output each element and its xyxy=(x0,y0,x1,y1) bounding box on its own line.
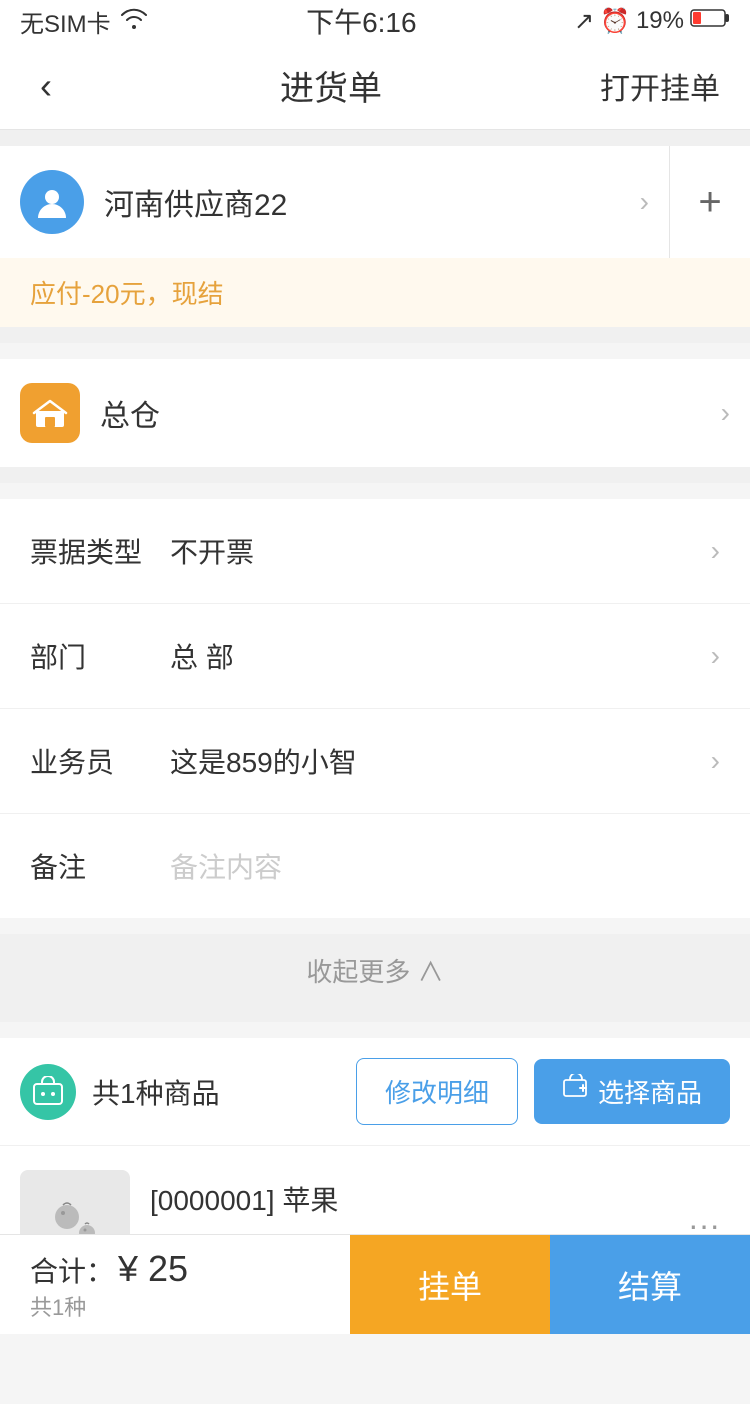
sim-status: 无SIM卡 xyxy=(20,4,111,39)
location-icon: ↗ xyxy=(574,7,594,36)
product-header: 共1种商品 修改明细 选择商品 xyxy=(0,1038,750,1146)
salesperson-chevron-icon: › xyxy=(711,745,720,777)
department-row[interactable]: 部门 总 部 › xyxy=(0,604,750,709)
warehouse-icon xyxy=(20,383,80,443)
department-value: 总 部 xyxy=(150,636,701,676)
product-section-icon xyxy=(20,1064,76,1120)
total-section: 合计： ¥ 25 共1种 xyxy=(0,1235,350,1334)
gap4 xyxy=(0,1006,750,1022)
salesperson-value: 这是859的小智 xyxy=(150,741,701,781)
page-title: 进货单 xyxy=(280,61,382,110)
gap2 xyxy=(0,327,750,343)
department-label: 部门 xyxy=(30,636,150,676)
status-left: 无SIM卡 xyxy=(20,4,149,39)
collapse-label: 收起更多 ∧ xyxy=(306,952,443,989)
department-chevron-icon: › xyxy=(711,640,720,672)
settle-button[interactable]: 结算 xyxy=(550,1235,750,1334)
product-name: [0000001] 苹果 xyxy=(150,1179,678,1219)
invoice-value: 不开票 xyxy=(150,531,701,571)
collapse-bar[interactable]: 收起更多 ∧ xyxy=(0,934,750,1006)
product-count: 共1种商品 xyxy=(92,1072,356,1112)
supplier-name: 河南供应商22 xyxy=(104,180,630,224)
select-product-button[interactable]: 选择商品 xyxy=(534,1059,730,1124)
open-hang-button[interactable]: 打开挂单 xyxy=(600,64,720,108)
supplier-section: 河南供应商22 › + xyxy=(0,146,750,258)
supplier-selector[interactable]: 河南供应商22 › xyxy=(0,146,670,258)
gap3 xyxy=(0,467,750,483)
battery-icon xyxy=(690,7,730,36)
remark-row[interactable]: 备注 备注内容 xyxy=(0,814,750,918)
add-button[interactable]: + xyxy=(670,146,750,258)
total-label: 合计： xyxy=(30,1250,114,1290)
status-bar: 无SIM卡 下午6:16 ↗ ⏰ 19% xyxy=(0,0,750,42)
select-product-label: 选择商品 xyxy=(598,1073,702,1110)
product-title: 苹果 xyxy=(282,1185,338,1216)
gap1 xyxy=(0,130,750,146)
back-button[interactable]: ‹ xyxy=(30,55,62,117)
alarm-icon: ⏰ xyxy=(600,7,630,36)
remark-placeholder: 备注内容 xyxy=(150,846,720,886)
salesperson-row[interactable]: 业务员 这是859的小智 › xyxy=(0,709,750,814)
supplier-avatar xyxy=(20,170,84,234)
invoice-chevron-icon: › xyxy=(711,535,720,567)
nav-bar: ‹ 进货单 打开挂单 xyxy=(0,42,750,130)
warehouse-chevron-icon: › xyxy=(721,397,730,429)
status-time: 下午6:16 xyxy=(306,1,417,41)
notice-bar: 应付-20元，现结 xyxy=(0,258,750,327)
salesperson-label: 业务员 xyxy=(30,741,150,781)
bottom-bar: 合计： ¥ 25 共1种 挂单 结算 xyxy=(0,1234,750,1334)
remark-label: 备注 xyxy=(30,846,150,886)
invoice-label: 票据类型 xyxy=(30,531,150,571)
edit-detail-button[interactable]: 修改明细 xyxy=(356,1058,518,1125)
product-code: [0000001] xyxy=(150,1185,282,1216)
hang-button[interactable]: 挂单 xyxy=(350,1235,550,1334)
chevron-right-icon: › xyxy=(640,186,649,218)
status-right: ↗ ⏰ 19% xyxy=(574,7,730,36)
form-section: 票据类型 不开票 › 部门 总 部 › 业务员 这是859的小智 › 备注 备注… xyxy=(0,499,750,918)
total-sub: 共1种 xyxy=(30,1290,320,1322)
total-amount: ¥ 25 xyxy=(118,1248,188,1290)
select-product-icon xyxy=(562,1074,590,1109)
wifi-icon xyxy=(119,7,149,36)
invoice-type-row[interactable]: 票据类型 不开票 › xyxy=(0,499,750,604)
notice-text: 应付-20元，现结 xyxy=(30,279,224,309)
battery-level: 19% xyxy=(636,7,684,35)
warehouse-section[interactable]: 总仓 › xyxy=(0,359,750,467)
warehouse-name: 总仓 xyxy=(100,391,711,435)
